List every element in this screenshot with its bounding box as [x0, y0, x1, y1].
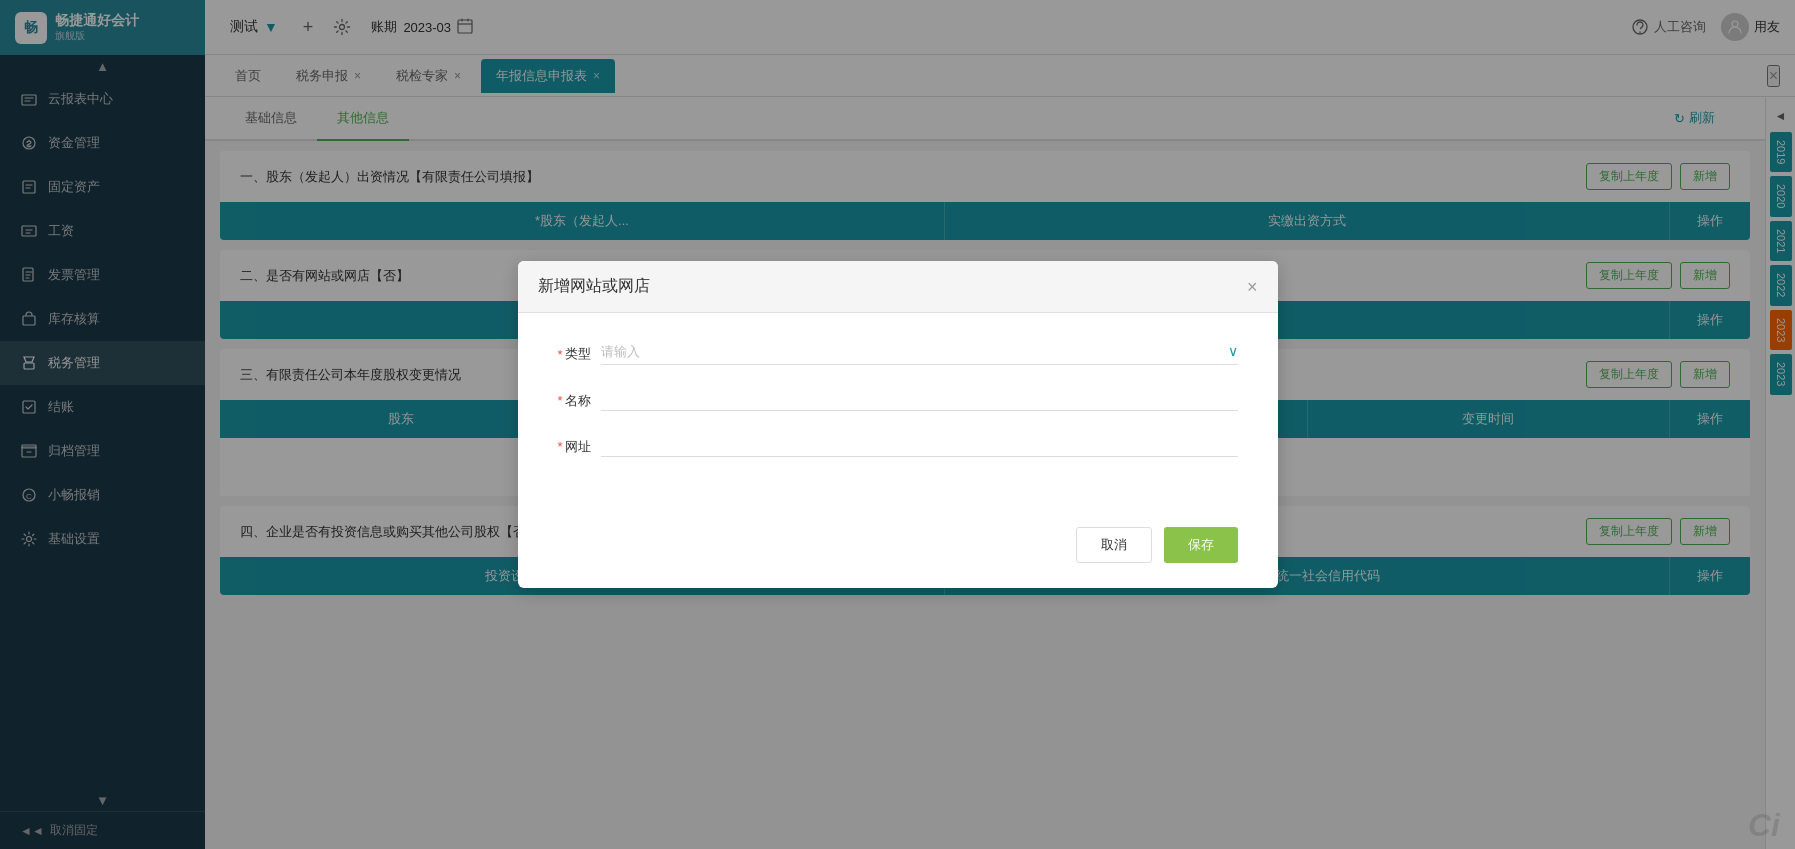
type-label-text: 类型: [565, 345, 591, 363]
modal-title: 新增网站或网店: [538, 276, 650, 297]
form-field-name: * 名称: [558, 390, 1238, 411]
form-label-type: * 类型: [558, 345, 591, 363]
modal-body: * 类型 ∨ * 名称 *: [518, 313, 1278, 512]
modal-close-button[interactable]: ×: [1247, 278, 1258, 296]
form-label-name: * 名称: [558, 392, 591, 410]
name-input[interactable]: [601, 390, 1238, 405]
save-button[interactable]: 保存: [1164, 527, 1238, 563]
name-label-text: 名称: [565, 392, 591, 410]
url-input-wrapper: [601, 436, 1238, 457]
type-input-wrapper: ∨: [601, 343, 1238, 365]
url-input[interactable]: [601, 436, 1238, 451]
modal-footer: 取消 保存: [518, 512, 1278, 588]
modal-overlay[interactable]: 新增网站或网店 × * 类型 ∨ * 名称: [0, 0, 1795, 849]
name-input-wrapper: [601, 390, 1238, 411]
url-label-text: 网址: [565, 438, 591, 456]
name-required-mark: *: [558, 393, 563, 408]
modal-header: 新增网站或网店 ×: [518, 261, 1278, 313]
modal-add-website: 新增网站或网店 × * 类型 ∨ * 名称: [518, 261, 1278, 588]
url-required-mark: *: [558, 439, 563, 454]
form-label-url: * 网址: [558, 438, 591, 456]
form-field-type: * 类型 ∨: [558, 343, 1238, 365]
type-required-mark: *: [558, 347, 563, 362]
type-input[interactable]: [601, 344, 1228, 359]
cancel-button[interactable]: 取消: [1076, 527, 1152, 563]
type-dropdown-arrow[interactable]: ∨: [1228, 343, 1238, 359]
form-field-url: * 网址: [558, 436, 1238, 457]
